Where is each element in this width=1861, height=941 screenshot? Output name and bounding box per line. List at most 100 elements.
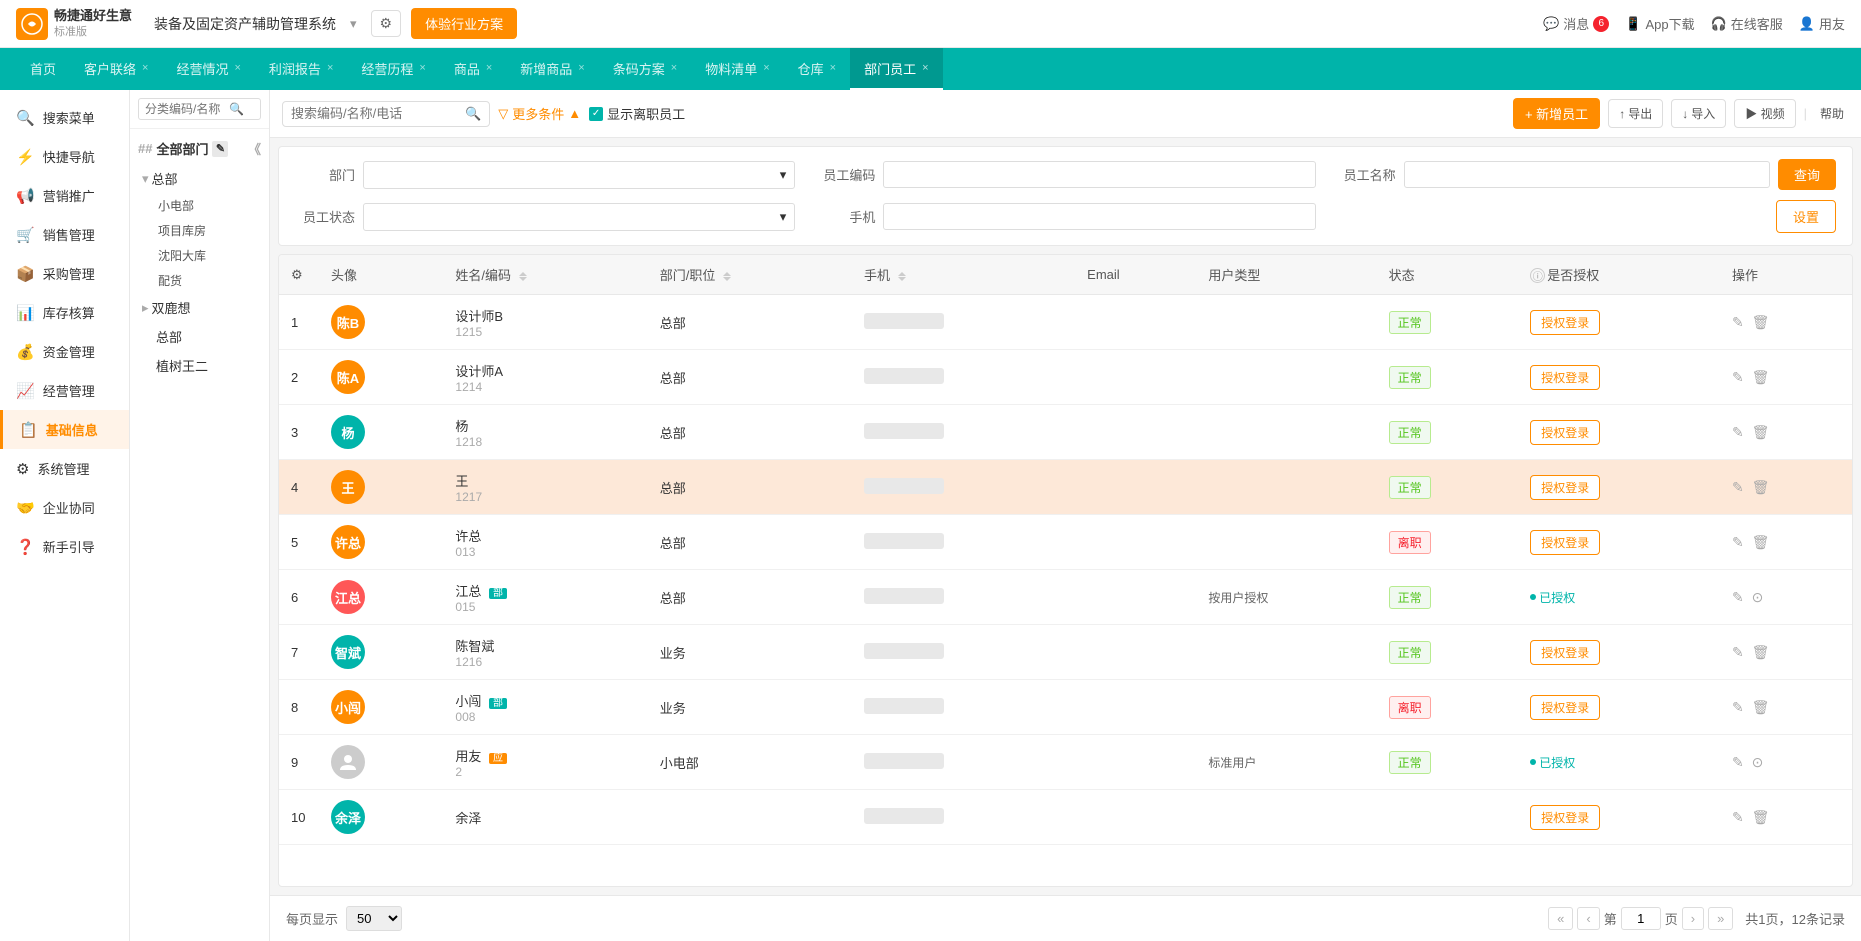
edit-icon[interactable]: ✎ [1732, 369, 1744, 386]
auth-button[interactable]: 授权登录 [1530, 530, 1600, 555]
dept-sub-xiaodian[interactable]: 小电部 [150, 193, 269, 218]
sidebar-item-finance[interactable]: 💰 资金管理 [0, 332, 129, 371]
dept-all-edit[interactable]: ✎ [212, 141, 228, 157]
import-button[interactable]: ↓ 导入 [1671, 99, 1726, 128]
edit-icon[interactable]: ✎ [1732, 644, 1744, 661]
sidebar-item-operations[interactable]: 📈 经营管理 [0, 371, 129, 410]
close-icon[interactable]: × [234, 62, 240, 74]
edit-icon[interactable]: ✎ [1732, 534, 1744, 551]
tab-barcode[interactable]: 条码方案 × [599, 48, 691, 90]
copy-icon[interactable]: ⊙ [1752, 589, 1764, 606]
dept-node-zongbu2[interactable]: 总部 [130, 322, 269, 351]
dept-all-item[interactable]: ## 全部部门 ✎ 《 [130, 133, 269, 164]
sidebar-item-search[interactable]: 🔍 搜索菜单 [0, 98, 129, 137]
auth-button[interactable]: 授权登录 [1530, 420, 1600, 445]
col-dept[interactable]: 部门/职位 [648, 255, 852, 295]
sidebar-item-collab[interactable]: 🤝 企业协同 [0, 488, 129, 527]
more-filter-btn[interactable]: ▽ 更多条件 ▲ [498, 104, 581, 123]
app-download-item[interactable]: 📱 App下载 [1625, 14, 1694, 33]
per-page-select[interactable]: 50 20 100 [346, 906, 402, 931]
col-name[interactable]: 姓名/编码 [443, 255, 647, 295]
edit-icon[interactable]: ✎ [1732, 589, 1744, 606]
delete-icon[interactable]: 🗑 [1752, 479, 1770, 496]
query-button[interactable]: 查询 [1778, 159, 1836, 190]
edit-icon[interactable]: ✎ [1732, 699, 1744, 716]
tab-customer[interactable]: 客户联络 × [70, 48, 162, 90]
message-item[interactable]: 💬 消息 6 [1543, 14, 1609, 33]
sidebar-item-system[interactable]: ⚙ 系统管理 [0, 449, 129, 488]
dept-node-shuanglv[interactable]: ▸ 双鹿想 [130, 293, 269, 322]
search-input[interactable] [291, 106, 461, 121]
close-icon[interactable]: × [486, 62, 492, 74]
close-icon[interactable]: × [763, 62, 769, 74]
last-page-button[interactable]: » [1708, 907, 1733, 930]
trial-button[interactable]: 体验行业方案 [411, 8, 517, 39]
sidebar-item-inventory[interactable]: 📊 库存核算 [0, 293, 129, 332]
auth-button[interactable]: 授权登录 [1530, 310, 1600, 335]
sidebar-item-guide[interactable]: ❓ 新手引导 [0, 527, 129, 566]
page-input[interactable] [1621, 907, 1661, 930]
delete-icon[interactable]: 🗑 [1752, 369, 1770, 386]
edit-icon[interactable]: ✎ [1732, 809, 1744, 826]
prev-page-button[interactable]: ‹ [1577, 907, 1599, 930]
tab-operations[interactable]: 经营情况 × [162, 48, 254, 90]
edit-icon[interactable]: ✎ [1732, 754, 1744, 771]
set-button[interactable]: 设置 [1776, 200, 1836, 233]
sidebar-item-quicknav[interactable]: ⚡ 快捷导航 [0, 137, 129, 176]
tab-new-goods[interactable]: 新增商品 × [506, 48, 598, 90]
delete-icon[interactable]: 🗑 [1752, 699, 1770, 716]
view-button[interactable]: ▶ 视频 [1734, 99, 1795, 128]
dept-search-input[interactable] [145, 102, 225, 116]
close-icon[interactable]: × [578, 62, 584, 74]
sidebar-item-sales[interactable]: 🛒 销售管理 [0, 215, 129, 254]
auth-button[interactable]: 授权登录 [1530, 640, 1600, 665]
show-resigned-toggle[interactable]: ✓ 显示离职员工 [589, 104, 685, 123]
dept-sub-shenyang[interactable]: 沈阳大库 [150, 243, 269, 268]
dept-node-zongbu[interactable]: ▾ 总部 [130, 164, 269, 193]
search-icon[interactable]: 🔍 [465, 106, 481, 122]
first-page-button[interactable]: « [1548, 907, 1573, 930]
delete-icon[interactable]: 🗑 [1752, 424, 1770, 441]
tab-goods[interactable]: 商品 × [440, 48, 506, 90]
empname-input[interactable] [1404, 161, 1770, 188]
settings-button[interactable]: ⚙ [371, 10, 402, 37]
dept-node-planting[interactable]: 植树王二 [130, 351, 269, 380]
info-icon[interactable]: ⓘ [1530, 268, 1545, 283]
dept-select[interactable]: ▾ [363, 161, 795, 189]
collapse-icon[interactable]: 《 [248, 139, 261, 158]
status-select[interactable]: ▾ [363, 203, 795, 231]
empcode-input[interactable] [883, 161, 1315, 188]
col-phone[interactable]: 手机 [852, 255, 1075, 295]
edit-icon[interactable]: ✎ [1732, 314, 1744, 331]
next-page-button[interactable]: › [1682, 907, 1704, 930]
close-icon[interactable]: × [671, 62, 677, 74]
auth-button[interactable]: 授权登录 [1530, 365, 1600, 390]
delete-icon[interactable]: 🗑 [1752, 644, 1770, 661]
online-service-item[interactable]: 🎧 在线客服 [1711, 14, 1783, 33]
help-button[interactable]: 帮助 [1815, 100, 1849, 127]
sidebar-item-basic[interactable]: 📋 基础信息 [0, 410, 129, 449]
dept-sub-project[interactable]: 项目库房 [150, 218, 269, 243]
auth-button[interactable]: 授权登录 [1530, 695, 1600, 720]
tab-dept-staff[interactable]: 部门员工 × [850, 48, 942, 90]
sidebar-item-marketing[interactable]: 📢 营销推广 [0, 176, 129, 215]
auth-button[interactable]: 授权登录 [1530, 475, 1600, 500]
close-icon[interactable]: × [830, 62, 836, 74]
edit-icon[interactable]: ✎ [1732, 424, 1744, 441]
tab-profit[interactable]: 利润报告 × [255, 48, 347, 90]
tab-history[interactable]: 经营历程 × [347, 48, 439, 90]
close-icon[interactable]: × [327, 62, 333, 74]
dept-sub-peihuo[interactable]: 配货 [150, 268, 269, 293]
tab-bom[interactable]: 物料清单 × [691, 48, 783, 90]
user-item[interactable]: 👤 用友 [1799, 14, 1845, 33]
close-icon[interactable]: × [922, 62, 928, 74]
export-button[interactable]: ↑ 导出 [1608, 99, 1663, 128]
add-employee-button[interactable]: + 新增员工 [1513, 98, 1600, 129]
copy-icon[interactable]: ⊙ [1752, 754, 1764, 771]
close-icon[interactable]: × [419, 62, 425, 74]
auth-button[interactable]: 授权登录 [1530, 805, 1600, 830]
delete-icon[interactable]: 🗑 [1752, 534, 1770, 551]
edit-icon[interactable]: ✎ [1732, 479, 1744, 496]
tab-home[interactable]: 首页 [16, 48, 70, 90]
tab-warehouse[interactable]: 仓库 × [784, 48, 850, 90]
